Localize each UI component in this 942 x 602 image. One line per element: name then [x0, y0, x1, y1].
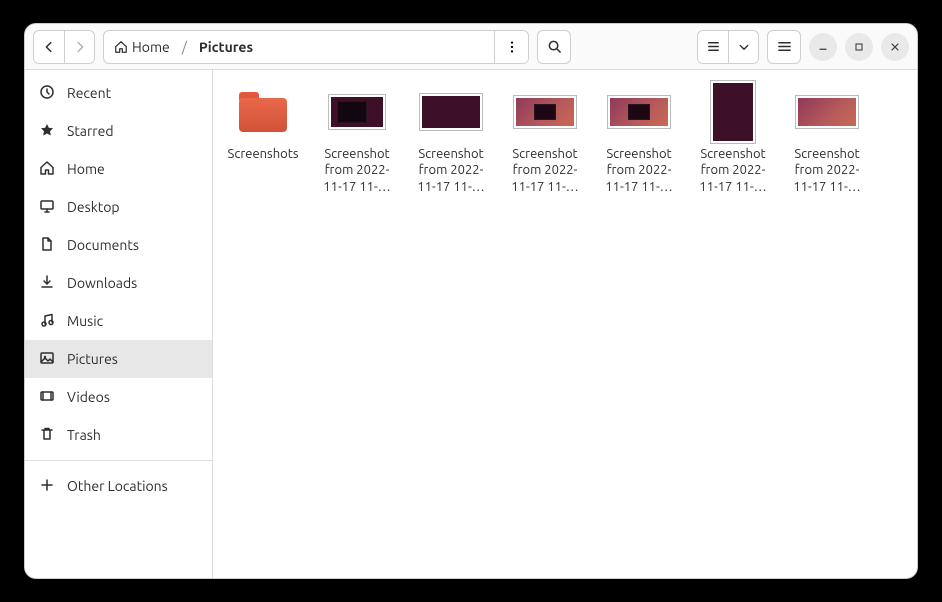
sidebar-item-label: Starred — [67, 123, 114, 139]
sidebar-item-label: Desktop — [67, 199, 120, 215]
path-bar: Home / Pictures — [103, 30, 529, 64]
nav-button-group — [33, 30, 95, 64]
desktop-icon — [39, 198, 55, 217]
close-button[interactable] — [881, 33, 909, 61]
thumbnail — [317, 80, 397, 144]
file-label: Screenshot from 2022-11-17 11-… — [599, 146, 679, 195]
sidebar-item-label: Downloads — [67, 275, 137, 291]
minimize-icon — [817, 41, 829, 53]
sidebar-item-recent[interactable]: Recent — [25, 74, 212, 112]
music-icon — [39, 312, 55, 331]
search-button[interactable] — [537, 30, 571, 64]
close-icon — [889, 41, 901, 53]
sidebar-separator — [25, 460, 212, 461]
search-icon — [547, 39, 562, 54]
home-icon — [39, 160, 55, 179]
sidebar-item-documents[interactable]: Documents — [25, 226, 212, 264]
thumbnail — [505, 80, 585, 144]
sidebar-item-label: Documents — [67, 237, 139, 253]
file-item[interactable]: Screenshot from 2022-11-17 11-… — [599, 80, 679, 195]
maximize-icon — [853, 41, 865, 53]
file-item[interactable]: Screenshot from 2022-11-17 11-… — [317, 80, 397, 195]
titlebar: Home / Pictures — [25, 24, 917, 70]
content-area[interactable]: Screenshots Screenshot from 2022-11-17 11… — [213, 70, 917, 578]
file-manager-window: Home / Pictures — [24, 23, 918, 579]
thumbnail — [599, 80, 679, 144]
plus-icon — [39, 477, 55, 496]
sidebar-item-desktop[interactable]: Desktop — [25, 188, 212, 226]
star-icon — [39, 122, 55, 141]
breadcrumb-home-label: Home — [132, 39, 170, 55]
kebab-icon — [505, 40, 519, 54]
sidebar-item-label: Pictures — [67, 351, 118, 367]
sidebar-item-label: Trash — [67, 427, 101, 443]
sidebar-other-locations[interactable]: Other Locations — [25, 467, 212, 505]
sidebar-item-trash[interactable]: Trash — [25, 416, 212, 454]
sidebar-item-label: Videos — [67, 389, 110, 405]
trash-icon — [39, 426, 55, 445]
sidebar-item-label: Other Locations — [67, 478, 168, 494]
file-label: Screenshot from 2022-11-17 11-… — [317, 146, 397, 195]
file-item[interactable]: Screenshot from 2022-11-17 11-… — [787, 80, 867, 195]
thumbnail — [787, 80, 867, 144]
sidebar-item-videos[interactable]: Videos — [25, 378, 212, 416]
file-item[interactable]: Screenshot from 2022-11-17 11-… — [505, 80, 585, 195]
thumbnail — [693, 80, 773, 144]
sidebar-item-label: Recent — [67, 85, 111, 101]
sidebar-item-label: Music — [67, 313, 103, 329]
sidebar-item-label: Home — [67, 161, 105, 177]
view-switch-group — [697, 30, 759, 64]
file-label: Screenshot from 2022-11-17 11-… — [411, 146, 491, 195]
file-item[interactable]: Screenshot from 2022-11-17 11-… — [411, 80, 491, 195]
video-icon — [39, 388, 55, 407]
sidebar-item-starred[interactable]: Starred — [25, 112, 212, 150]
hamburger-menu-button[interactable] — [767, 30, 801, 64]
file-grid: Screenshots Screenshot from 2022-11-17 11… — [223, 80, 907, 195]
list-view-button[interactable] — [698, 31, 728, 63]
folder-item[interactable]: Screenshots — [223, 80, 303, 195]
home-icon — [114, 40, 128, 54]
forward-button[interactable] — [64, 31, 94, 63]
download-icon — [39, 274, 55, 293]
thumbnail — [411, 80, 491, 144]
list-icon — [706, 39, 721, 54]
maximize-button[interactable] — [845, 33, 873, 61]
breadcrumb-separator: / — [180, 39, 189, 55]
document-icon — [39, 236, 55, 255]
sidebar-item-music[interactable]: Music — [25, 302, 212, 340]
back-button[interactable] — [34, 31, 64, 63]
breadcrumb-home[interactable]: Home — [104, 31, 180, 63]
sidebar: Recent Starred Home Desktop Documents Downloa… — [25, 70, 213, 578]
path-menu-button[interactable] — [494, 31, 528, 63]
file-label: Screenshot from 2022-11-17 11-… — [505, 146, 585, 195]
breadcrumb-current[interactable]: Pictures — [189, 31, 263, 63]
sidebar-item-downloads[interactable]: Downloads — [25, 264, 212, 302]
minimize-button[interactable] — [809, 33, 837, 61]
clock-icon — [39, 84, 55, 103]
thumbnail — [223, 80, 303, 144]
hamburger-icon — [777, 39, 792, 54]
chevron-down-icon — [738, 41, 750, 53]
window-body: Recent Starred Home Desktop Documents Downloa… — [25, 70, 917, 578]
folder-icon — [239, 92, 287, 132]
sidebar-item-pictures[interactable]: Pictures — [25, 340, 212, 378]
file-item[interactable]: Screenshot from 2022-11-17 11-… — [693, 80, 773, 195]
breadcrumb-current-label: Pictures — [199, 39, 253, 55]
sidebar-item-home[interactable]: Home — [25, 150, 212, 188]
file-label: Screenshot from 2022-11-17 11-… — [693, 146, 773, 195]
file-label: Screenshots — [228, 146, 299, 162]
picture-icon — [39, 350, 55, 369]
view-menu-button[interactable] — [728, 31, 758, 63]
file-label: Screenshot from 2022-11-17 11-… — [787, 146, 867, 195]
